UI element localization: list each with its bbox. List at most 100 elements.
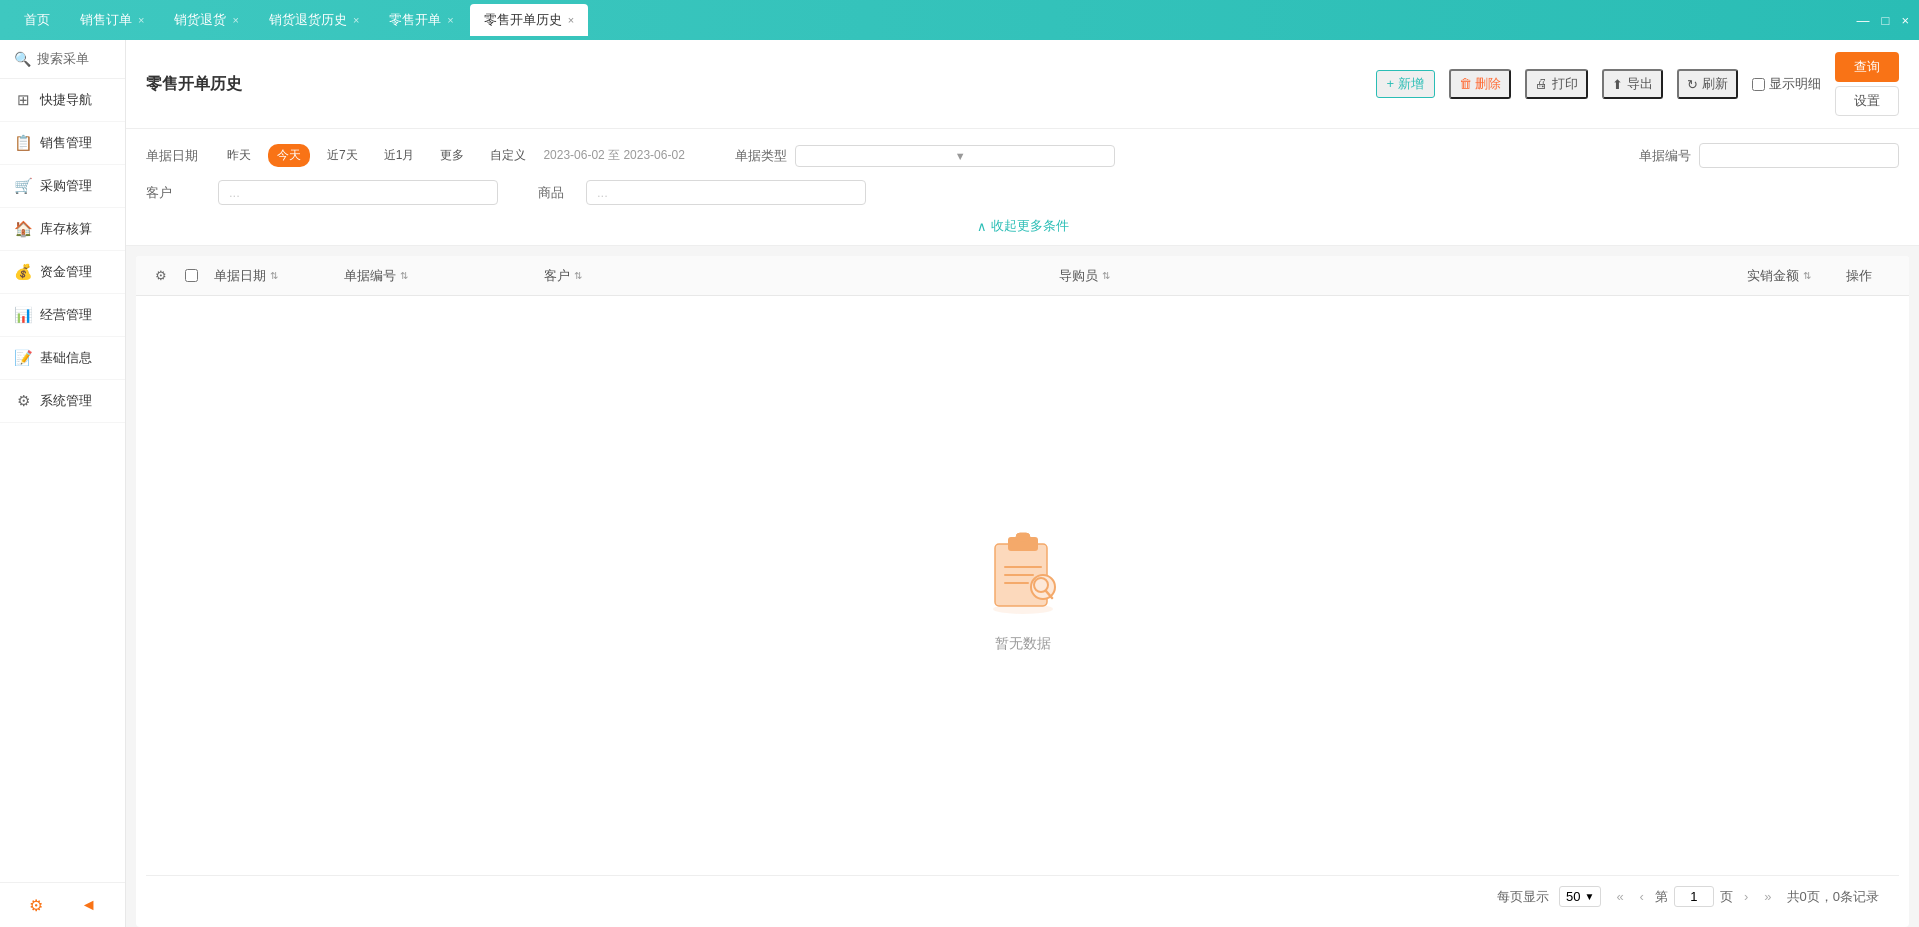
per-page-select[interactable]: 50 ▼ (1559, 886, 1601, 907)
th-number-label: 单据编号 (344, 267, 396, 285)
sidebar-label-sales-mgmt: 销售管理 (40, 134, 92, 152)
sidebar-bottom: ⚙ ◄ (0, 882, 125, 927)
export-button[interactable]: ⬆ 导出 (1602, 69, 1663, 99)
tab-retail-open[interactable]: 零售开单 × (375, 4, 467, 36)
tab-label-retail-open-history: 零售开单历史 (484, 11, 562, 29)
tab-close-sales-return-history[interactable]: × (353, 14, 359, 26)
type-filter-label: 单据类型 (735, 147, 795, 165)
show-detail-check[interactable] (1752, 78, 1765, 91)
tab-close-sales-return[interactable]: × (232, 14, 238, 26)
new-button[interactable]: + 新增 (1376, 70, 1435, 98)
date-btn-近7天[interactable]: 近7天 (318, 144, 367, 167)
next-page-btn[interactable]: › (1739, 887, 1753, 906)
sidebar-item-system-mgmt[interactable]: ⚙ 系统管理 (0, 380, 125, 423)
tab-retail-open-history[interactable]: 零售开单历史 × (470, 4, 588, 36)
filter-area: 单据日期 昨天今天近7天近1月更多自定义2023-06-02 至 2023-06… (126, 129, 1919, 246)
sidebar-icon-quick-nav: ⊞ (14, 91, 32, 109)
date-sort-icon: ⇅ (270, 270, 278, 281)
last-page-btn[interactable]: » (1759, 887, 1776, 906)
tab-close-retail-open[interactable]: × (447, 14, 453, 26)
amount-sort-icon: ⇅ (1803, 270, 1811, 281)
sidebar-label-purchase-mgmt: 采购管理 (40, 177, 92, 195)
refresh-button[interactable]: ↻ 刷新 (1677, 69, 1738, 99)
th-ops: 操作 (1819, 267, 1899, 285)
header-actions: + 新增 🗑 删除 🖨 打印 ⬆ 导出 ↻ 刷新 显示明细 查询 设置 (1376, 52, 1899, 116)
tab-label-retail-open: 零售开单 (389, 11, 441, 29)
tab-close-sales-order[interactable]: × (138, 14, 144, 26)
main-layout: 🔍 搜索采单 ⊞ 快捷导航 📋 销售管理 🛒 采购管理 🏠 库存核算 💰 资金管… (0, 40, 1919, 927)
sidebar-icon-inventory-calc: 🏠 (14, 220, 32, 238)
sidebar-item-inventory-calc[interactable]: 🏠 库存核算 (0, 208, 125, 251)
sidebar-search[interactable]: 🔍 搜索采单 (0, 40, 125, 79)
th-date-label: 单据日期 (214, 267, 266, 285)
show-detail-checkbox[interactable]: 显示明细 (1752, 75, 1821, 93)
sidebar-label-inventory-calc: 库存核算 (40, 220, 92, 238)
per-page-label: 每页显示 (1497, 888, 1549, 906)
th-date[interactable]: 单据日期 ⇅ (206, 267, 336, 285)
search-label: 搜索采单 (37, 50, 89, 68)
th-number[interactable]: 单据编号 ⇅ (336, 267, 536, 285)
tab-label-sales-return-history: 销货退货历史 (269, 11, 347, 29)
settings-icon[interactable]: ⚙ (24, 893, 48, 917)
number-sort-icon: ⇅ (400, 270, 408, 281)
sidebar-item-business-mgmt[interactable]: 📊 经营管理 (0, 294, 125, 337)
customer-sort-icon: ⇅ (574, 270, 582, 281)
delete-button[interactable]: 🗑 删除 (1449, 69, 1512, 99)
table-body: 暂无数据 (136, 296, 1909, 875)
date-btn-自定义[interactable]: 自定义 (481, 144, 535, 167)
first-page-btn[interactable]: « (1611, 887, 1628, 906)
sidebar-icon-sales-mgmt: 📋 (14, 134, 32, 152)
sidebar-item-fund-mgmt[interactable]: 💰 资金管理 (0, 251, 125, 294)
select-all-check[interactable] (185, 269, 198, 282)
prev-page-btn[interactable]: ‹ (1635, 887, 1649, 906)
tab-label-home: 首页 (24, 11, 50, 29)
product-select-placeholder: ... (597, 185, 855, 200)
settings-button[interactable]: 设置 (1835, 86, 1899, 116)
collapse-filter-btn[interactable]: ∧ 收起更多条件 (977, 217, 1069, 235)
select-all-checkbox[interactable] (176, 269, 206, 282)
collapse-sidebar-btn[interactable]: ◄ (77, 893, 101, 917)
th-guide-label: 导购员 (1059, 267, 1098, 285)
customer-select[interactable]: ... (218, 180, 498, 205)
column-settings-btn[interactable]: ⚙ (146, 268, 176, 283)
sidebar-label-basic-info: 基础信息 (40, 349, 92, 367)
close-btn[interactable]: × (1901, 13, 1909, 28)
empty-state: 暂无数据 (973, 519, 1073, 653)
sidebar-item-purchase-mgmt[interactable]: 🛒 采购管理 (0, 165, 125, 208)
date-btn-更多[interactable]: 更多 (431, 144, 473, 167)
print-button[interactable]: 🖨 打印 (1525, 69, 1588, 99)
tab-sales-order[interactable]: 销售订单× (66, 4, 158, 36)
number-filter-input[interactable] (1699, 143, 1899, 168)
product-select[interactable]: ... (586, 180, 866, 205)
sidebar-label-system-mgmt: 系统管理 (40, 392, 92, 410)
date-btn-今天[interactable]: 今天 (268, 144, 310, 167)
date-range-label: 2023-06-02 至 2023-06-02 (543, 147, 684, 164)
sidebar-item-sales-mgmt[interactable]: 📋 销售管理 (0, 122, 125, 165)
date-btn-近1月[interactable]: 近1月 (375, 144, 424, 167)
tab-sales-return-history[interactable]: 销货退货历史 × (255, 4, 373, 36)
sidebar-icon-basic-info: 📝 (14, 349, 32, 367)
number-filter-label: 单据编号 (1631, 147, 1691, 165)
tab-home[interactable]: 首页 (10, 4, 64, 36)
date-buttons: 昨天今天近7天近1月更多自定义 2023-06-02 至 2023-06-02 (218, 144, 685, 167)
query-button[interactable]: 查询 (1835, 52, 1899, 82)
date-btn-昨天[interactable]: 昨天 (218, 144, 260, 167)
tab-close-retail-open-history[interactable]: × (568, 14, 574, 26)
type-select[interactable]: ▼ (795, 145, 1115, 167)
maximize-btn[interactable]: □ (1882, 13, 1890, 28)
sidebar-item-basic-info[interactable]: 📝 基础信息 (0, 337, 125, 380)
svg-rect-4 (1016, 533, 1030, 541)
customer-select-placeholder: ... (229, 185, 487, 200)
tab-sales-return[interactable]: 销货退货× (160, 4, 252, 36)
type-select-arrow-icon: ▼ (955, 150, 1104, 162)
product-filter-label: 商品 (538, 184, 578, 202)
sidebar-item-quick-nav[interactable]: ⊞ 快捷导航 (0, 79, 125, 122)
th-customer[interactable]: 客户 ⇅ (536, 267, 1051, 285)
th-amount[interactable]: 实销金额 ⇅ (1699, 267, 1819, 285)
th-guide[interactable]: 导购员 ⇅ (1051, 267, 1201, 285)
top-bar: 首页销售订单×销货退货× 销货退货历史 × 零售开单 × 零售开单历史 × — □ × (0, 0, 1919, 40)
minimize-btn[interactable]: — (1857, 13, 1870, 28)
query-settings-group: 查询 设置 (1835, 52, 1899, 116)
page-number-input[interactable] (1674, 886, 1714, 907)
export-icon: ⬆ (1612, 77, 1623, 92)
